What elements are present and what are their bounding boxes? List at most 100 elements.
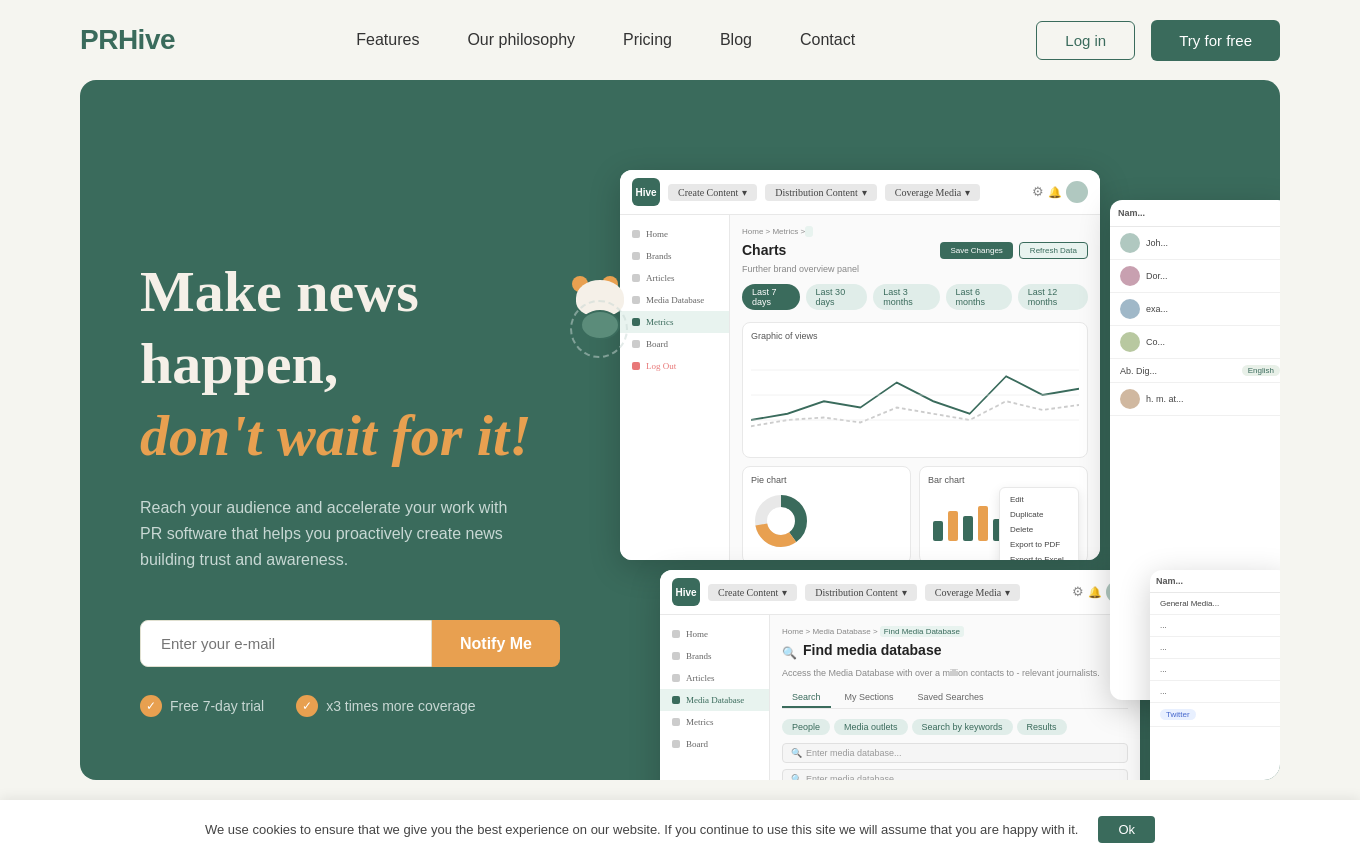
avatar-4 bbox=[1120, 332, 1140, 352]
sidebar2-home[interactable]: Home bbox=[660, 623, 769, 645]
tab-my-sections[interactable]: My Sections bbox=[835, 688, 904, 708]
context-excel[interactable]: Export to Excel bbox=[1000, 552, 1078, 560]
bar-chart-svg bbox=[928, 491, 1008, 541]
user-avatar[interactable] bbox=[1066, 181, 1088, 203]
app-actions: Save Changes Refresh Data bbox=[940, 242, 1088, 259]
refresh-data-button[interactable]: Refresh Data bbox=[1019, 242, 1088, 259]
svg-rect-8 bbox=[963, 516, 973, 541]
mascot bbox=[560, 280, 640, 360]
app-nav-cov-2[interactable]: Coverage Media ▾ bbox=[925, 584, 1020, 601]
filter-results[interactable]: Results bbox=[1017, 719, 1067, 735]
app-nav-create[interactable]: Create Content ▾ bbox=[668, 184, 757, 201]
pie-chart-svg bbox=[751, 491, 811, 551]
side-item-5[interactable]: Ab. Dig... English bbox=[1110, 359, 1280, 383]
settings-icon[interactable]: ⚙ bbox=[1032, 184, 1044, 200]
filter-tabs: People Media outlets Search by keywords … bbox=[782, 719, 1128, 735]
hero-heading-italic: don't wait for it! bbox=[140, 404, 560, 468]
context-delete[interactable]: Delete bbox=[1000, 522, 1078, 537]
filter-people[interactable]: People bbox=[782, 719, 830, 735]
brand-logo[interactable]: PRHive bbox=[80, 24, 175, 56]
nav-actions: Log in Try for free bbox=[1036, 20, 1280, 61]
bell-icon[interactable]: 🔔 bbox=[1048, 186, 1062, 199]
app-nav-dist-2[interactable]: Distribution Content ▾ bbox=[805, 584, 917, 601]
mascot-orbit bbox=[570, 300, 628, 358]
save-changes-button[interactable]: Save Changes bbox=[940, 242, 1012, 259]
context-duplicate[interactable]: Duplicate bbox=[1000, 507, 1078, 522]
side2-item-3[interactable]: ... bbox=[1150, 637, 1280, 659]
side-item-1[interactable]: Joh... bbox=[1110, 227, 1280, 260]
chart-label: Graphic of views bbox=[751, 331, 1079, 341]
badge-trial-text: Free 7-day trial bbox=[170, 698, 264, 714]
app-sidebar: Home Brands Articles Media Database bbox=[620, 215, 730, 560]
app-page-subtitle: Further brand overview panel bbox=[742, 264, 1088, 274]
login-button[interactable]: Log in bbox=[1036, 21, 1135, 60]
check-icon-2: ✓ bbox=[296, 695, 318, 717]
avatar-1 bbox=[1120, 233, 1140, 253]
context-pdf[interactable]: Export to PDF bbox=[1000, 537, 1078, 552]
line-chart bbox=[751, 345, 1079, 445]
tab-saved-searches[interactable]: Saved Searches bbox=[908, 688, 994, 708]
media-search-box1[interactable]: 🔍 Enter media database... bbox=[782, 743, 1128, 763]
bell-icon-2[interactable]: 🔔 bbox=[1088, 586, 1102, 599]
nav-blog[interactable]: Blog bbox=[720, 31, 752, 48]
side2-item-4[interactable]: ... bbox=[1150, 659, 1280, 681]
context-edit[interactable]: Edit bbox=[1000, 492, 1078, 507]
pie-chart-title: Pie chart bbox=[751, 475, 902, 485]
settings-icon-2[interactable]: ⚙ bbox=[1072, 584, 1084, 600]
tab-3months[interactable]: Last 3 months bbox=[873, 284, 939, 310]
side-item-6[interactable]: h. m. at... bbox=[1110, 383, 1280, 416]
chart-views: Graphic of views bbox=[742, 322, 1088, 458]
tab-7days[interactable]: Last 7 days bbox=[742, 284, 800, 310]
filter-keywords[interactable]: Search by keywords bbox=[912, 719, 1013, 735]
app-nav-distribution[interactable]: Distribution Content ▾ bbox=[765, 184, 877, 201]
bar-chart-title: Bar chart bbox=[928, 475, 1079, 485]
app-body: Home Brands Articles Media Database bbox=[620, 215, 1100, 560]
avatar-2 bbox=[1120, 266, 1140, 286]
side2-item-twitter[interactable]: Twitter bbox=[1150, 703, 1280, 727]
side-item-2[interactable]: Dor... bbox=[1110, 260, 1280, 293]
sidebar2-articles[interactable]: Articles bbox=[660, 667, 769, 689]
sidebar-brands[interactable]: Brands bbox=[620, 245, 729, 267]
tag-english: English bbox=[1242, 365, 1280, 376]
tab-6months[interactable]: Last 6 months bbox=[946, 284, 1012, 310]
tab-30days[interactable]: Last 30 days bbox=[806, 284, 868, 310]
app-body-2: Home Brands Articles Media Database bbox=[660, 615, 1140, 780]
notify-button[interactable]: Notify Me bbox=[432, 620, 560, 667]
filter-media[interactable]: Media outlets bbox=[834, 719, 908, 735]
hero-form: Notify Me bbox=[140, 620, 560, 667]
app-nav-coverage[interactable]: Coverage Media ▾ bbox=[885, 184, 980, 201]
try-button[interactable]: Try for free bbox=[1151, 20, 1280, 61]
sidebar-icon bbox=[632, 362, 640, 370]
nav-pricing[interactable]: Pricing bbox=[623, 31, 672, 48]
side2-item-5[interactable]: ... bbox=[1150, 681, 1280, 703]
hero-section: Make news happen, don't wait for it! Rea… bbox=[80, 80, 1280, 780]
sidebar2-brands[interactable]: Brands bbox=[660, 645, 769, 667]
tab-search[interactable]: Search bbox=[782, 688, 831, 708]
bar-chart-card: Bar chart Edit bbox=[919, 466, 1088, 560]
app-main-2: Home > Media Database > Find Media Datab… bbox=[770, 615, 1140, 780]
badge-coverage: ✓ x3 times more coverage bbox=[296, 695, 475, 717]
media-search-box2[interactable]: 🔍 Enter media database... bbox=[782, 769, 1128, 780]
hero-badges: ✓ Free 7-day trial ✓ x3 times more cover… bbox=[140, 695, 560, 717]
hero-left: Make news happen, don't wait for it! Rea… bbox=[80, 140, 620, 780]
side-item-4[interactable]: Co... bbox=[1110, 326, 1280, 359]
app-topbar: Hive Create Content ▾ Distribution Conte… bbox=[620, 170, 1100, 215]
screenshot-charts: Hive Create Content ▾ Distribution Conte… bbox=[620, 170, 1100, 560]
side-item-3[interactable]: exa... bbox=[1110, 293, 1280, 326]
sidebar2-metrics[interactable]: Metrics bbox=[660, 711, 769, 733]
media-db-subtitle: Access the Media Database with over a mi… bbox=[782, 668, 1128, 678]
sidebar2-board[interactable]: Board bbox=[660, 733, 769, 755]
tab-12months[interactable]: Last 12 months bbox=[1018, 284, 1088, 310]
sidebar2-media[interactable]: Media Database bbox=[660, 689, 769, 711]
email-input[interactable] bbox=[140, 620, 432, 667]
side2-header: Nam... bbox=[1150, 570, 1280, 593]
side2-item-2[interactable]: ... bbox=[1150, 615, 1280, 637]
nav-philosophy[interactable]: Our philosophy bbox=[467, 31, 575, 48]
sidebar-home[interactable]: Home bbox=[620, 223, 729, 245]
app-nav-create-2[interactable]: Create Content ▾ bbox=[708, 584, 797, 601]
nav-features[interactable]: Features bbox=[356, 31, 419, 48]
cookie-ok-button[interactable]: Ok bbox=[1098, 816, 1155, 843]
side2-item-1[interactable]: General Media... bbox=[1150, 593, 1280, 615]
side-header: Nam... bbox=[1110, 200, 1280, 227]
nav-contact[interactable]: Contact bbox=[800, 31, 855, 48]
